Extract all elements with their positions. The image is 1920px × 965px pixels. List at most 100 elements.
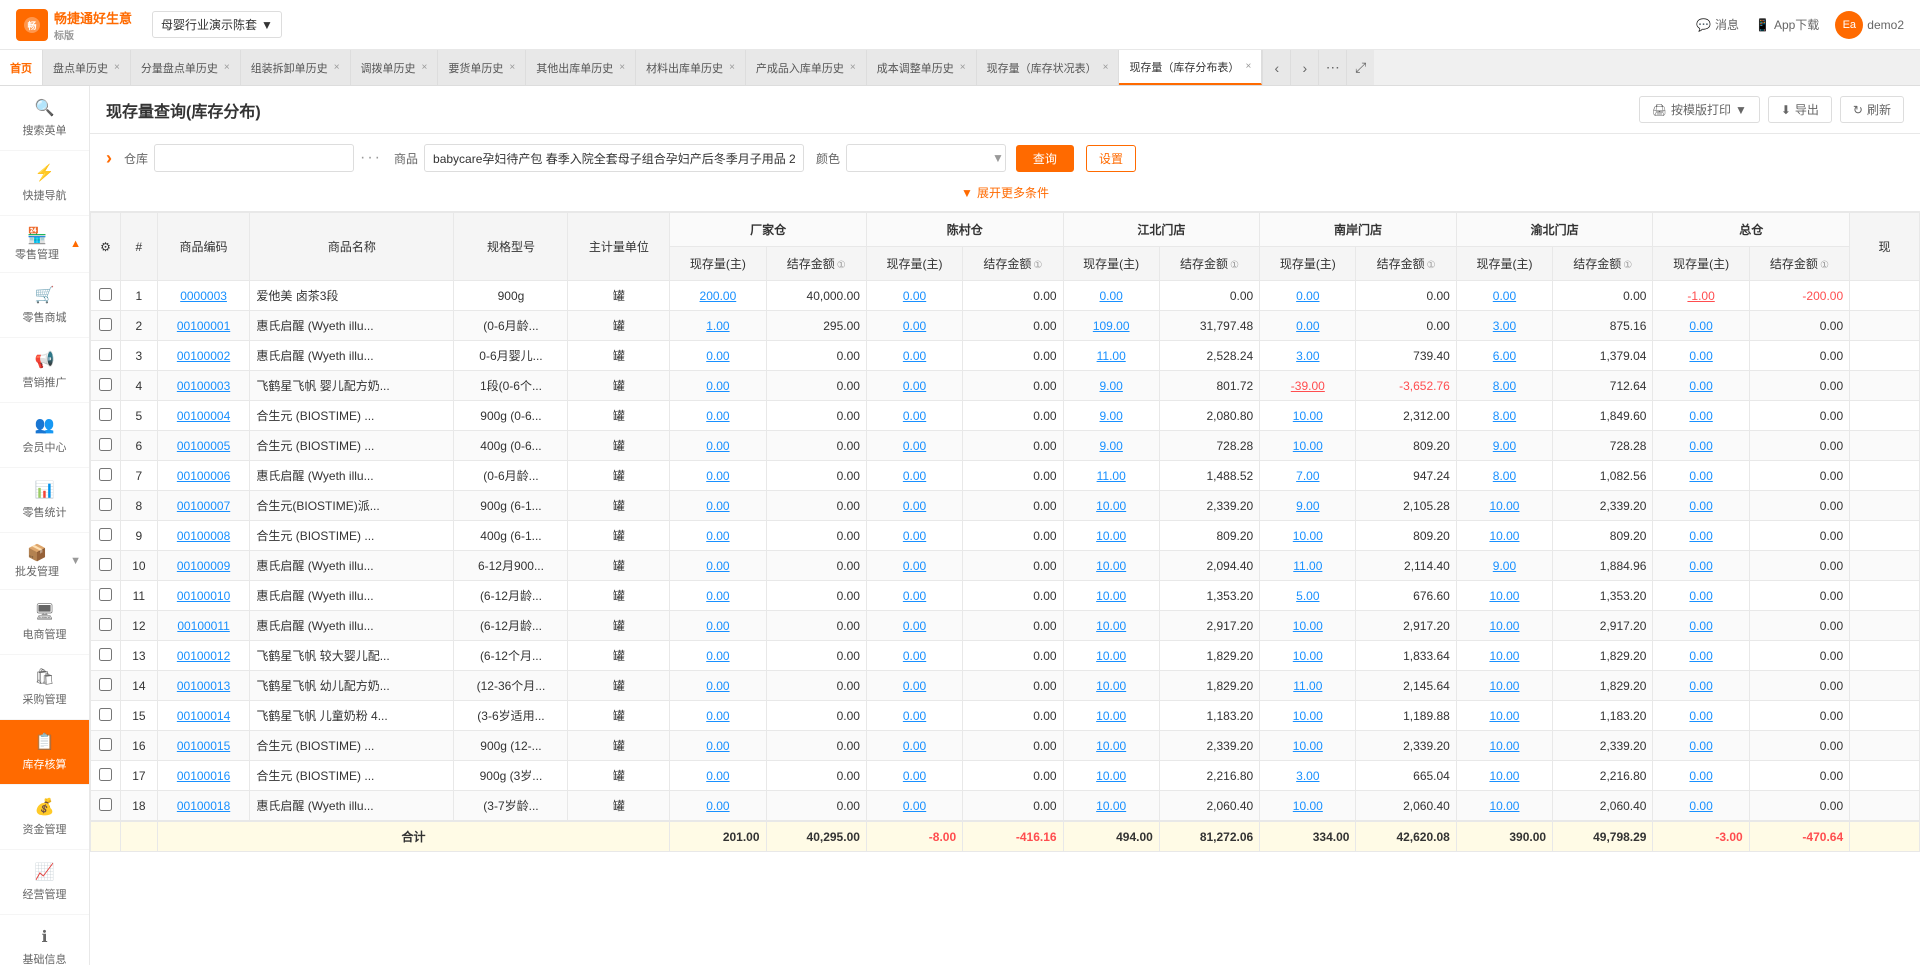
row-total-stock[interactable]: 0.00 — [1653, 461, 1749, 491]
tab-other-outbound[interactable]: 其他出库单历史 × — [526, 50, 636, 85]
query-btn[interactable]: 查询 — [1016, 145, 1074, 172]
row-chenjia-stock[interactable]: 0.00 — [866, 311, 962, 341]
row-checkbox[interactable] — [91, 341, 121, 371]
row-chenjia-stock[interactable]: 0.00 — [866, 521, 962, 551]
sidebar-item-retail-mall[interactable]: 🛒 零售商城 — [0, 273, 89, 338]
row-nanan-stock[interactable]: 0.00 — [1260, 311, 1356, 341]
row-chenjia-stock[interactable]: 0.00 — [866, 611, 962, 641]
row-checkbox[interactable] — [91, 611, 121, 641]
row-nanan-stock[interactable]: 5.00 — [1260, 581, 1356, 611]
row-nanan-stock[interactable]: 10.00 — [1260, 611, 1356, 641]
tab-home[interactable]: 首页 — [0, 50, 43, 85]
row-code[interactable]: 00100008 — [157, 521, 250, 551]
tab-prev-btn[interactable]: ‹ — [1262, 50, 1290, 85]
row-nanan-stock[interactable]: 10.00 — [1260, 431, 1356, 461]
row-checkbox[interactable] — [91, 461, 121, 491]
row-total-stock[interactable]: 0.00 — [1653, 341, 1749, 371]
row-jiangbei-stock[interactable]: 10.00 — [1063, 551, 1159, 581]
total-info-icon[interactable]: ① — [1820, 260, 1829, 271]
tab-close-requisition[interactable]: × — [509, 62, 515, 73]
tab-branch-inventory[interactable]: 分量盘点单历史 × — [131, 50, 241, 85]
row-code[interactable]: 00100011 — [157, 611, 250, 641]
message-btn[interactable]: 💬 消息 — [1696, 16, 1739, 33]
row-yubei-stock[interactable]: 10.00 — [1456, 701, 1552, 731]
row-nanan-stock[interactable]: 10.00 — [1260, 521, 1356, 551]
row-jiangbei-stock[interactable]: 11.00 — [1063, 461, 1159, 491]
yubei-info-icon[interactable]: ① — [1623, 260, 1632, 271]
row-jiangbei-stock[interactable]: 9.00 — [1063, 431, 1159, 461]
row-chenjia-stock[interactable]: 0.00 — [866, 791, 962, 822]
row-jiangbei-stock[interactable]: 10.00 — [1063, 641, 1159, 671]
print-btn[interactable]: 🖨 按模版打印 ▼ — [1639, 96, 1760, 123]
tab-close-stock-status[interactable]: × — [1103, 62, 1109, 73]
row-code[interactable]: 00100007 — [157, 491, 250, 521]
row-total-stock[interactable]: 0.00 — [1653, 701, 1749, 731]
row-factory-stock[interactable]: 0.00 — [670, 521, 766, 551]
row-code[interactable]: 00100001 — [157, 311, 250, 341]
row-yubei-stock[interactable]: 10.00 — [1456, 521, 1552, 551]
sidebar-item-marketing[interactable]: 📢 营销推广 — [0, 338, 89, 403]
tab-next-btn[interactable]: › — [1290, 50, 1318, 85]
sidebar-item-operations[interactable]: 📈 经营管理 — [0, 850, 89, 915]
row-factory-stock[interactable]: 0.00 — [670, 401, 766, 431]
row-checkbox[interactable] — [91, 641, 121, 671]
tab-inventory-history[interactable]: 盘点单历史 × — [43, 50, 131, 85]
row-yubei-stock[interactable]: 9.00 — [1456, 551, 1552, 581]
jiangbei-info-icon[interactable]: ① — [1230, 260, 1239, 271]
nanan-info-icon[interactable]: ① — [1427, 260, 1436, 271]
row-chenjia-stock[interactable]: 0.00 — [866, 581, 962, 611]
row-factory-stock[interactable]: 0.00 — [670, 761, 766, 791]
row-factory-stock[interactable]: 0.00 — [670, 461, 766, 491]
row-code[interactable]: 00100014 — [157, 701, 250, 731]
row-code[interactable]: 00100013 — [157, 671, 250, 701]
row-yubei-stock[interactable]: 3.00 — [1456, 311, 1552, 341]
row-total-stock[interactable]: 0.00 — [1653, 491, 1749, 521]
industry-dropdown[interactable]: 母婴行业演示陈套 ▼ — [152, 11, 282, 38]
row-chenjia-stock[interactable]: 0.00 — [866, 491, 962, 521]
row-yubei-stock[interactable]: 10.00 — [1456, 671, 1552, 701]
row-total-stock[interactable]: 0.00 — [1653, 311, 1749, 341]
row-code[interactable]: 00100003 — [157, 371, 250, 401]
row-yubei-stock[interactable]: 10.00 — [1456, 491, 1552, 521]
tab-stock-dist[interactable]: 现存量（库存分布表） × — [1119, 50, 1262, 85]
row-total-stock[interactable]: 0.00 — [1653, 521, 1749, 551]
row-checkbox[interactable] — [91, 281, 121, 311]
sidebar-item-search[interactable]: 🔍 搜索英单 — [0, 86, 89, 151]
row-yubei-stock[interactable]: 10.00 — [1456, 581, 1552, 611]
row-chenjia-stock[interactable]: 0.00 — [866, 671, 962, 701]
row-chenjia-stock[interactable]: 0.00 — [866, 371, 962, 401]
row-chenjia-stock[interactable]: 0.00 — [866, 401, 962, 431]
row-chenjia-stock[interactable]: 0.00 — [866, 431, 962, 461]
row-yubei-stock[interactable]: 6.00 — [1456, 341, 1552, 371]
row-factory-stock[interactable]: 0.00 — [670, 731, 766, 761]
row-yubei-stock[interactable]: 8.00 — [1456, 461, 1552, 491]
row-jiangbei-stock[interactable]: 10.00 — [1063, 521, 1159, 551]
settings-btn[interactable]: 设置 — [1086, 145, 1136, 172]
tab-material-outbound[interactable]: 材料出库单历史 × — [636, 50, 746, 85]
row-nanan-stock[interactable]: 9.00 — [1260, 491, 1356, 521]
row-factory-stock[interactable]: 0.00 — [670, 701, 766, 731]
row-jiangbei-stock[interactable]: 9.00 — [1063, 371, 1159, 401]
tab-stock-status[interactable]: 现存量（库存状况表） × — [977, 50, 1120, 85]
row-factory-stock[interactable]: 0.00 — [670, 341, 766, 371]
sidebar-item-basic[interactable]: ℹ 基础信息 — [0, 915, 89, 965]
col-gear[interactable]: ⚙ — [91, 213, 121, 281]
row-checkbox[interactable] — [91, 431, 121, 461]
row-chenjia-stock[interactable]: 0.00 — [866, 461, 962, 491]
row-total-stock[interactable]: -1.00 — [1653, 281, 1749, 311]
row-checkbox[interactable] — [91, 311, 121, 341]
row-checkbox[interactable] — [91, 491, 121, 521]
tab-close-cost[interactable]: × — [960, 62, 966, 73]
sidebar-item-member[interactable]: 👥 会员中心 — [0, 403, 89, 468]
row-yubei-stock[interactable]: 10.00 — [1456, 761, 1552, 791]
tab-close-assemble[interactable]: × — [334, 62, 340, 73]
row-nanan-stock[interactable]: 10.00 — [1260, 731, 1356, 761]
row-jiangbei-stock[interactable]: 10.00 — [1063, 611, 1159, 641]
row-nanan-stock[interactable]: 0.00 — [1260, 281, 1356, 311]
row-nanan-stock[interactable]: 3.00 — [1260, 341, 1356, 371]
row-total-stock[interactable]: 0.00 — [1653, 671, 1749, 701]
row-nanan-stock[interactable]: 11.00 — [1260, 551, 1356, 581]
row-factory-stock[interactable]: 0.00 — [670, 491, 766, 521]
row-total-stock[interactable]: 0.00 — [1653, 581, 1749, 611]
row-yubei-stock[interactable]: 10.00 — [1456, 611, 1552, 641]
